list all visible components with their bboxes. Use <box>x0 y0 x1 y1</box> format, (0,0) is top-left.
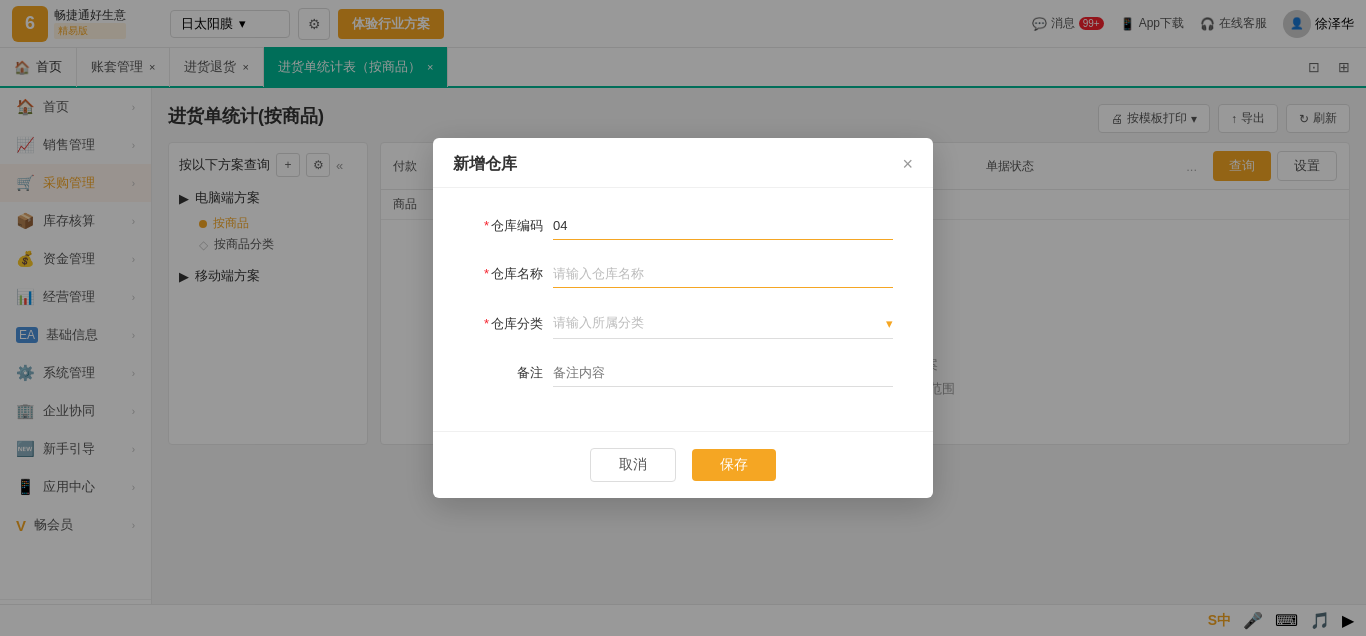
modal-body: *仓库编码 *仓库名称 *仓库分类 请输入所属分类 ▾ <box>433 188 933 431</box>
category-placeholder: 请输入所属分类 <box>553 314 644 332</box>
cancel-button[interactable]: 取消 <box>590 448 676 482</box>
form-row-code: *仓库编码 <box>473 212 893 240</box>
form-row-note: 备注 <box>473 359 893 387</box>
modal-close-button[interactable]: × <box>902 154 913 175</box>
form-row-category: *仓库分类 请输入所属分类 ▾ <box>473 308 893 339</box>
form-row-name: *仓库名称 <box>473 260 893 288</box>
note-input[interactable] <box>553 359 893 387</box>
category-chevron-icon: ▾ <box>886 316 893 331</box>
modal-footer: 取消 保存 <box>433 431 933 498</box>
modal-overlay[interactable]: 新增仓库 × *仓库编码 *仓库名称 *仓库分类 <box>0 0 1366 636</box>
code-input[interactable] <box>553 212 893 240</box>
note-label: 备注 <box>473 364 543 382</box>
modal-header: 新增仓库 × <box>433 138 933 188</box>
save-button[interactable]: 保存 <box>692 449 776 481</box>
category-label: *仓库分类 <box>473 315 543 333</box>
code-label: *仓库编码 <box>473 217 543 235</box>
name-label: *仓库名称 <box>473 265 543 283</box>
category-select[interactable]: 请输入所属分类 ▾ <box>553 308 893 339</box>
modal-title: 新增仓库 <box>453 154 517 175</box>
add-warehouse-modal: 新增仓库 × *仓库编码 *仓库名称 *仓库分类 <box>433 138 933 498</box>
name-input[interactable] <box>553 260 893 288</box>
